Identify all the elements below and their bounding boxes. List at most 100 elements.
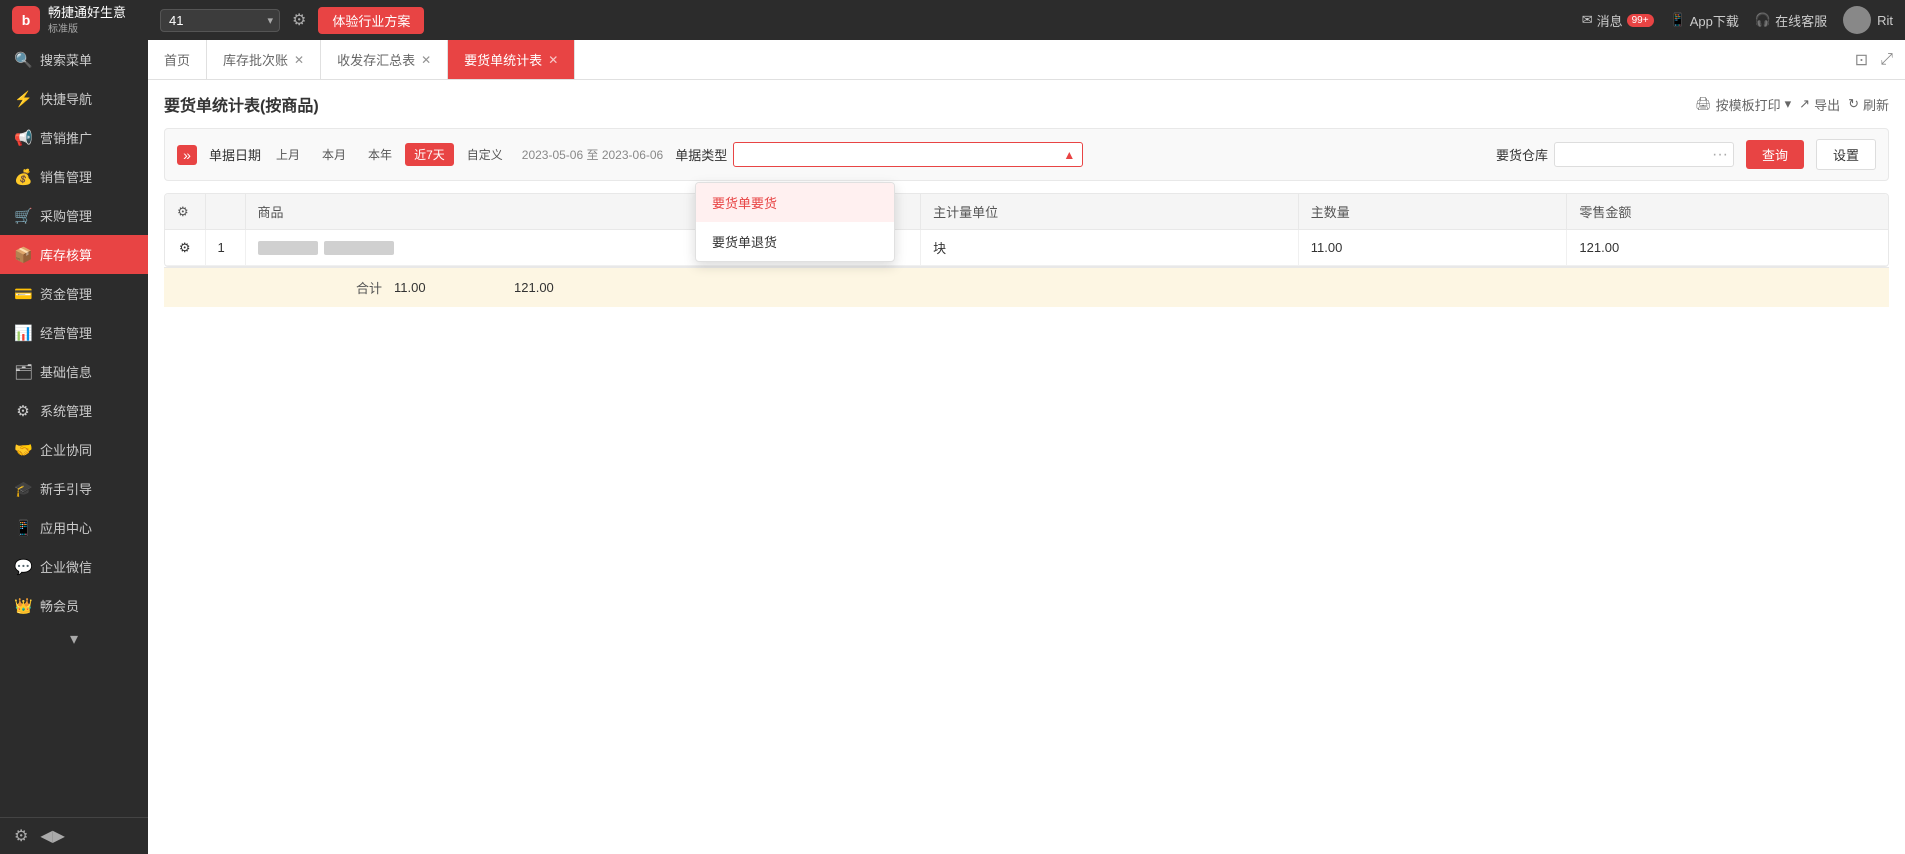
graduation-icon: 🎓 <box>14 480 32 498</box>
sidebar-item-sales[interactable]: 💰 销售管理 <box>0 157 148 196</box>
sidebar-label-guide: 新手引导 <box>40 479 92 498</box>
dropdown-item-order[interactable]: 要货单要货 <box>696 183 894 222</box>
message-icon: ✉ <box>1582 12 1593 28</box>
row-unit: 块 <box>921 230 1299 266</box>
username: Rit <box>1877 13 1893 28</box>
sidebar-label-shortcut: 快捷导航 <box>40 89 92 108</box>
sidebar-label-apps: 应用中心 <box>40 518 92 537</box>
online-service-button[interactable]: 🎧 在线客服 <box>1755 11 1827 30</box>
th-settings: ⚙ <box>165 194 205 230</box>
page-content: 要货单统计表(按商品) 🖨 按模板打印 ▾ ↗ 导出 ↻ <box>148 80 1905 854</box>
store-selector[interactable]: 41 ▾ <box>160 9 280 32</box>
sidebar-item-apps[interactable]: 📱 应用中心 <box>0 508 148 547</box>
page-inner: 要货单统计表(按商品) 🖨 按模板打印 ▾ ↗ 导出 ↻ <box>148 80 1905 854</box>
money-icon: 💰 <box>14 168 32 186</box>
tab-close-batch[interactable]: ✕ <box>294 53 304 67</box>
flash-icon: ⚡ <box>14 90 32 108</box>
th-seq <box>205 194 245 230</box>
filter-settings-button[interactable]: 设置 <box>1816 139 1876 170</box>
tab-restore-btn[interactable]: ⊡ <box>1851 46 1872 74</box>
sidebar-item-shortcut[interactable]: ⚡ 快捷导航 <box>0 79 148 118</box>
type-select-wrap: ▲ <box>733 142 1083 167</box>
tab-order-stat[interactable]: 要货单统计表 ✕ <box>448 40 575 79</box>
app-sub: 标准版 <box>48 20 126 35</box>
warehouse-filter-group: 要货仓库 ··· <box>1496 142 1734 167</box>
sidebar-scroll-down[interactable]: ▾ <box>0 625 148 653</box>
query-button[interactable]: 查询 <box>1746 140 1804 169</box>
tab-close-order-stat[interactable]: ✕ <box>548 53 558 67</box>
sidebar-item-wechat[interactable]: 💬 企业微信 <box>0 547 148 586</box>
row-settings-cell[interactable]: ⚙ <box>165 230 205 266</box>
tab-close-summary[interactable]: ✕ <box>421 53 431 67</box>
sidebar-item-finance[interactable]: 💳 资金管理 <box>0 274 148 313</box>
sidebar-bottom: ⚙ ◀▶ <box>0 817 148 854</box>
summary-quantity: 11.00 <box>382 280 502 295</box>
th-unit: 主计量单位 <box>921 194 1299 230</box>
megaphone-icon: 📢 <box>14 129 32 147</box>
summary-amount: 121.00 <box>502 280 622 295</box>
table-body: ⚙ 1 块 11.00 121.00 <box>165 230 1888 266</box>
sidebar-item-system[interactable]: ⚙ 系统管理 <box>0 391 148 430</box>
tab-home[interactable]: 首页 <box>148 40 207 79</box>
date-chip-custom[interactable]: 自定义 <box>458 143 512 166</box>
date-filter-group: 单据日期 上月 本月 本年 近7天 自定义 2023-05-06 至 2023-… <box>209 143 663 166</box>
ellipsis-icon[interactable]: ··· <box>1712 146 1728 164</box>
chat-icon: 💬 <box>14 558 32 576</box>
sidebar-item-member[interactable]: 👑 畅会员 <box>0 586 148 625</box>
type-label: 单据类型 <box>675 145 727 164</box>
user-menu[interactable]: Rit <box>1843 6 1893 34</box>
tab-summary[interactable]: 收发存汇总表 ✕ <box>321 40 448 79</box>
print-template-btn[interactable]: 🖨 按模板打印 ▾ <box>1695 95 1791 114</box>
top-header: b 畅捷通好生意 标准版 41 ▾ ⚙ 体验行业方案 ✉ 消息 99+ 📱 Ap… <box>0 0 1905 40</box>
sidebar-label-search: 搜索菜单 <box>40 50 92 69</box>
sidebar-item-search[interactable]: 🔍 搜索菜单 <box>0 40 148 79</box>
export-btn[interactable]: ↗ 导出 <box>1799 95 1840 114</box>
date-chip-this-year[interactable]: 本年 <box>359 143 401 166</box>
product-code-blurred <box>324 241 394 255</box>
sidebar-item-inventory[interactable]: 📦 库存核算 <box>0 235 148 274</box>
sidebar-label-inventory: 库存核算 <box>40 245 92 264</box>
cart-icon: 🛒 <box>14 207 32 225</box>
date-chip-this-month[interactable]: 本月 <box>313 143 355 166</box>
row-amount: 121.00 <box>1567 230 1888 266</box>
row-seq: 1 <box>205 230 245 266</box>
th-amount: 零售金额 <box>1567 194 1888 230</box>
sidebar-item-guide[interactable]: 🎓 新手引导 <box>0 469 148 508</box>
content-area: 首页 库存批次账 ✕ 收发存汇总表 ✕ 要货单统计表 ✕ ⊡ ⤢ <box>148 40 1905 854</box>
message-badge: 99+ <box>1627 14 1654 27</box>
page-title: 要货单统计表(按商品) <box>164 92 319 116</box>
tab-maximize-btn[interactable]: ⤢ <box>1876 47 1897 73</box>
sidebar-settings-btn[interactable]: ⚙ <box>14 826 28 846</box>
filter-expand-btn[interactable]: » <box>177 145 197 165</box>
tab-batch[interactable]: 库存批次账 ✕ <box>207 40 321 79</box>
date-chip-last-month[interactable]: 上月 <box>267 143 309 166</box>
avatar <box>1843 6 1871 34</box>
type-select-input[interactable] <box>733 142 1083 167</box>
sidebar-item-coop[interactable]: 🤝 企业协同 <box>0 430 148 469</box>
handshake-icon: 🤝 <box>14 441 32 459</box>
sidebar-label-system: 系统管理 <box>40 401 92 420</box>
promo-button[interactable]: 体验行业方案 <box>318 7 424 34</box>
sidebar-item-operation[interactable]: 📊 经营管理 <box>0 313 148 352</box>
messages-button[interactable]: ✉ 消息 99+ <box>1582 11 1654 30</box>
tab-bar: 首页 库存批次账 ✕ 收发存汇总表 ✕ 要货单统计表 ✕ ⊡ ⤢ <box>148 40 1905 80</box>
settings-button[interactable]: ⚙ <box>288 6 310 34</box>
sidebar-item-basic[interactable]: 🗂 基础信息 <box>0 352 148 391</box>
sidebar-label-operation: 经营管理 <box>40 323 92 342</box>
filter-bar: » 单据日期 上月 本月 本年 近7天 自定义 2023-05-06 至 202… <box>164 128 1889 181</box>
sidebar-label-marketing: 营销推广 <box>40 128 92 147</box>
app-download-button[interactable]: 📱 App下载 <box>1670 11 1739 30</box>
sidebar-collapse-btn[interactable]: ◀▶ <box>40 826 65 846</box>
sidebar-item-purchase[interactable]: 🛒 采购管理 <box>0 196 148 235</box>
summary-bar: 合计 11.00 121.00 <box>164 267 1889 307</box>
phone-icon: 📱 <box>1670 12 1686 28</box>
sidebar-item-marketing[interactable]: 📢 营销推广 <box>0 118 148 157</box>
dropdown-item-return[interactable]: 要货单退货 <box>696 222 894 261</box>
date-chip-7days[interactable]: 近7天 <box>405 143 454 166</box>
warehouse-input[interactable] <box>1554 142 1734 167</box>
column-settings-icon[interactable]: ⚙ <box>177 204 189 219</box>
sidebar-label-purchase: 采购管理 <box>40 206 92 225</box>
refresh-btn[interactable]: ↻ 刷新 <box>1848 95 1889 114</box>
date-chips: 上月 本月 本年 近7天 自定义 <box>267 143 512 166</box>
folder-icon: 🗂 <box>14 363 32 381</box>
